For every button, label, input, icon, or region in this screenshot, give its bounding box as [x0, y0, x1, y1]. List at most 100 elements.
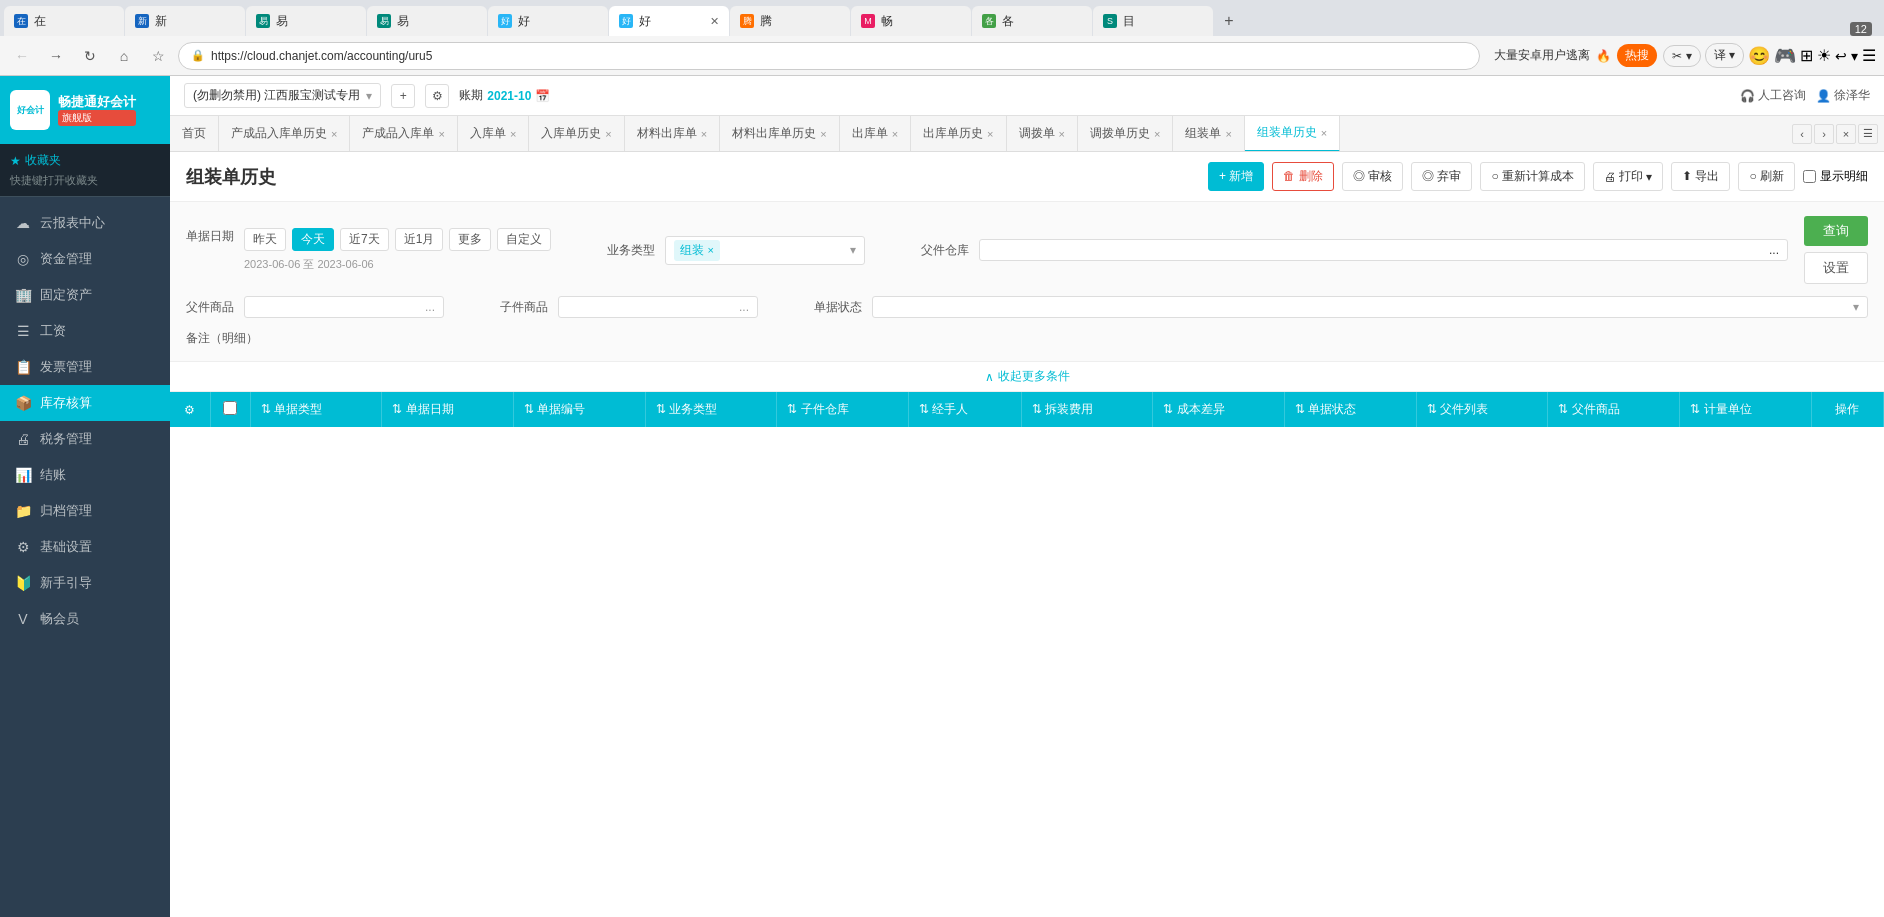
query-button[interactable]: 查询	[1804, 216, 1868, 246]
print-dropdown-arrow[interactable]: ▾	[1646, 170, 1652, 184]
add-button[interactable]: + 新增	[1208, 162, 1264, 191]
tab-inbound[interactable]: 入库单 ×	[458, 116, 529, 152]
sidebar-item-guide[interactable]: 🔰 新手引导	[0, 565, 170, 601]
add-company-button[interactable]: +	[391, 84, 415, 108]
calendar-icon[interactable]: 📅	[535, 89, 550, 103]
column-unit[interactable]: ⇅ 计量单位	[1680, 392, 1812, 427]
print-button[interactable]: 🖨 打印 ▾	[1593, 162, 1663, 191]
sidebar-item-settings[interactable]: ⚙ 基础设置	[0, 529, 170, 565]
tab-prod-inbound-close[interactable]: ×	[438, 128, 444, 140]
game-button[interactable]: 🎮	[1774, 45, 1796, 67]
column-disassembly-fee[interactable]: ⇅ 拆装费用	[1021, 392, 1153, 427]
company-settings-button[interactable]: ⚙	[425, 84, 449, 108]
parent-warehouse-dots[interactable]: ...	[1769, 243, 1779, 257]
tab-close-active[interactable]: ✕	[710, 15, 719, 28]
biz-type-input[interactable]: 组装 × ▾	[665, 236, 865, 265]
parent-goods-input[interactable]: ...	[244, 296, 444, 318]
browser-tab-3[interactable]: 易 易	[246, 6, 366, 36]
tab-inbound-close[interactable]: ×	[510, 128, 516, 140]
column-biz-type[interactable]: ⇅ 业务类型	[645, 392, 777, 427]
tab-assembly-history-close[interactable]: ×	[1321, 127, 1327, 139]
browser-tab-10[interactable]: S 目	[1093, 6, 1213, 36]
sidebar-item-fund[interactable]: ◎ 资金管理	[0, 241, 170, 277]
parent-goods-dots[interactable]: ...	[425, 300, 435, 314]
back-button[interactable]: ←	[8, 42, 36, 70]
scissors-button[interactable]: ✂ ▾	[1663, 45, 1700, 67]
tab-outbound-history-close[interactable]: ×	[987, 128, 993, 140]
menu-button[interactable]: ☰	[1862, 46, 1876, 65]
tab-material-outbound[interactable]: 材料出库单 ×	[625, 116, 720, 152]
hot-search-button[interactable]: 热搜	[1617, 44, 1657, 67]
date-opt-7days[interactable]: 近7天	[340, 228, 389, 251]
sidebar-item-payroll[interactable]: ☰ 工资	[0, 313, 170, 349]
brightness-button[interactable]: ☀	[1817, 46, 1831, 65]
tab-prod-inbound[interactable]: 产成品入库单 ×	[350, 116, 457, 152]
date-opt-yesterday[interactable]: 昨天	[244, 228, 286, 251]
tabs-menu-button[interactable]: ☰	[1858, 124, 1878, 144]
reload-button[interactable]: ↻	[76, 42, 104, 70]
tab-adjust-history-close[interactable]: ×	[1154, 128, 1160, 140]
service-button[interactable]: 🎧 人工咨询	[1740, 87, 1806, 104]
show-detail-checkbox[interactable]	[1803, 170, 1816, 183]
user-button[interactable]: 👤 徐泽华	[1816, 87, 1870, 104]
tab-material-outbound-close[interactable]: ×	[701, 128, 707, 140]
tab-assembly-history[interactable]: 组装单历史 ×	[1245, 116, 1340, 152]
browser-tab-4[interactable]: 易 易	[367, 6, 487, 36]
tabs-prev-button[interactable]: ‹	[1792, 124, 1812, 144]
tabs-next-button[interactable]: ›	[1814, 124, 1834, 144]
export-button[interactable]: ⬆ 导出	[1671, 162, 1730, 191]
new-tab-button[interactable]: +	[1214, 6, 1244, 36]
column-bill-status[interactable]: ⇅ 单据状态	[1285, 392, 1417, 427]
browser-tab-1[interactable]: 在 在	[4, 6, 124, 36]
sidebar-item-cloud-report[interactable]: ☁ 云报表中心	[0, 205, 170, 241]
sidebar-item-inventory[interactable]: 📦 库存核算	[0, 385, 170, 421]
select-all-checkbox[interactable]	[223, 401, 237, 415]
tab-outbound[interactable]: 出库单 ×	[840, 116, 911, 152]
bill-status-dropdown[interactable]: ▾	[872, 296, 1868, 318]
bookmark-button[interactable]: ☆	[144, 42, 172, 70]
translate-button[interactable]: 译 ▾	[1705, 43, 1744, 68]
tab-prod-inbound-history[interactable]: 产成品入库单历史 ×	[219, 116, 350, 152]
address-bar[interactable]: 🔒 https://cloud.chanjet.com/accounting/u…	[178, 42, 1480, 70]
date-opt-1month[interactable]: 近1月	[395, 228, 444, 251]
filter-settings-button[interactable]: 设置	[1804, 252, 1868, 284]
delete-button[interactable]: 🗑 删除	[1272, 162, 1333, 191]
date-opt-custom[interactable]: 自定义	[497, 228, 551, 251]
column-bill-date[interactable]: ⇅ 单据日期	[382, 392, 514, 427]
tabs-close-button[interactable]: ×	[1836, 124, 1856, 144]
biz-type-tag-close[interactable]: ×	[707, 244, 713, 256]
column-gear[interactable]: ⚙	[170, 392, 210, 427]
refresh-button[interactable]: ○ 刷新	[1738, 162, 1795, 191]
approve-button[interactable]: ◎ 审核	[1342, 162, 1403, 191]
tab-material-outbound-history[interactable]: 材料出库单历史 ×	[720, 116, 839, 152]
home-button[interactable]: ⌂	[110, 42, 138, 70]
tab-adjust-history[interactable]: 调拨单历史 ×	[1078, 116, 1173, 152]
tab-assembly-close[interactable]: ×	[1225, 128, 1231, 140]
column-child-warehouse[interactable]: ⇅ 子件仓库	[777, 392, 909, 427]
sidebar-item-tax[interactable]: 🖨 税务管理	[0, 421, 170, 457]
browser-tab-7[interactable]: 腾 腾	[730, 6, 850, 36]
column-parent-list[interactable]: ⇅ 父件列表	[1416, 392, 1548, 427]
browser-tab-8[interactable]: M 畅	[851, 6, 971, 36]
date-opt-more[interactable]: 更多	[449, 228, 491, 251]
browser-tab-2[interactable]: 新 新	[125, 6, 245, 36]
sidebar-item-member[interactable]: V 畅会员	[0, 601, 170, 637]
tab-prod-inbound-history-close[interactable]: ×	[331, 128, 337, 140]
sidebar-item-invoice[interactable]: 📋 发票管理	[0, 349, 170, 385]
tab-material-outbound-history-close[interactable]: ×	[820, 128, 826, 140]
company-selector[interactable]: (勿删勿禁用) 江西服宝测试专用 ▾	[184, 83, 381, 108]
forward-button[interactable]: →	[42, 42, 70, 70]
parent-warehouse-input[interactable]: ...	[979, 239, 1788, 261]
tab-inbound-history[interactable]: 入库单历史 ×	[529, 116, 624, 152]
child-goods-dots[interactable]: ...	[739, 300, 749, 314]
favorites-title[interactable]: ★ 收藏夹	[10, 152, 160, 169]
tab-adjust-close[interactable]: ×	[1059, 128, 1065, 140]
date-opt-today[interactable]: 今天	[292, 228, 334, 251]
grid-button[interactable]: ⊞	[1800, 46, 1813, 65]
recalculate-button[interactable]: ○ 重新计算成本	[1480, 162, 1585, 191]
show-detail-label[interactable]: 显示明细	[1803, 168, 1868, 185]
emoji-button[interactable]: 😊	[1748, 45, 1770, 67]
browser-tab-9[interactable]: 各 各	[972, 6, 1092, 36]
column-bill-type[interactable]: ⇅ 单据类型	[250, 392, 382, 427]
collapse-bar[interactable]: ∧ 收起更多条件	[170, 362, 1884, 392]
